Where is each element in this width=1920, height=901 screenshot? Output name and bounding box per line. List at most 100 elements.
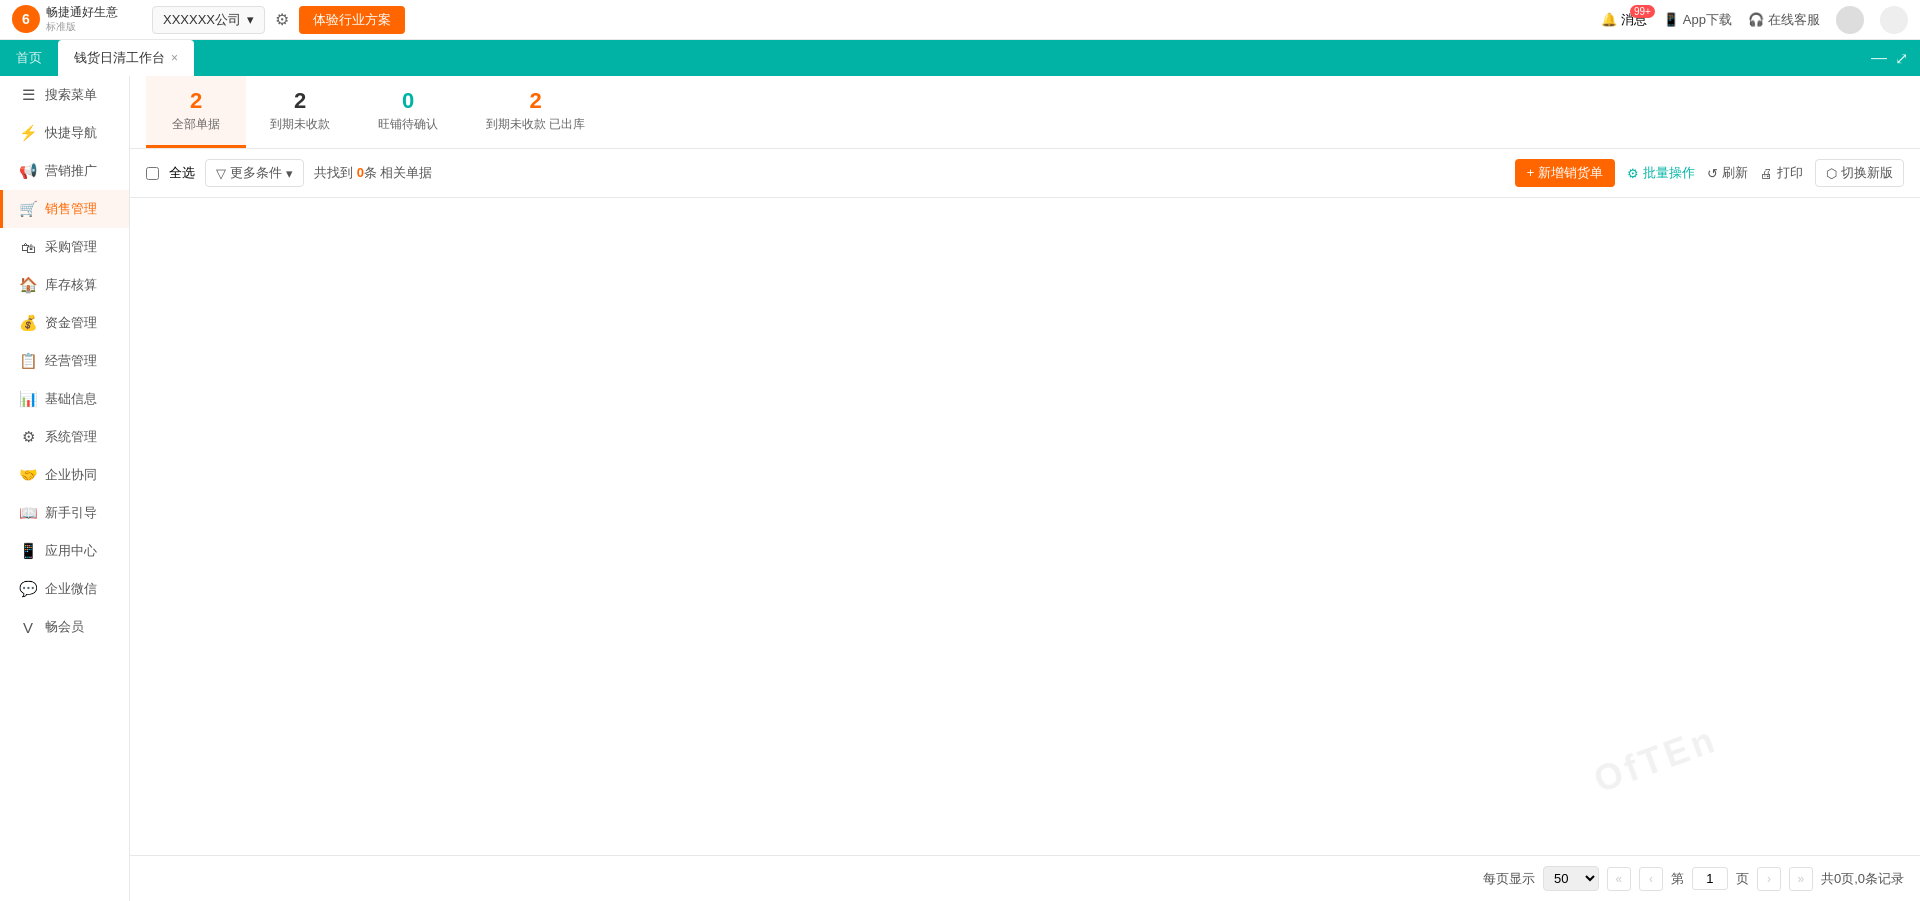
sidebar-item-search[interactable]: ☰ 搜索菜单	[0, 76, 129, 114]
sales-icon: 🛒	[19, 200, 37, 218]
tab-home[interactable]: 首页	[0, 40, 58, 76]
sidebar-item-member[interactable]: V 畅会员	[0, 608, 129, 646]
tab-maximize-icon[interactable]: ⤢	[1895, 49, 1908, 68]
quick-nav-icon: ⚡	[19, 124, 37, 142]
base-info-icon: 📊	[19, 390, 37, 408]
print-label: 打印	[1777, 164, 1803, 182]
stats-wangpu-count: 0	[378, 88, 438, 114]
toolbar: 全选 ▽ 更多条件 ▾ 共找到 0条 相关单据 + 新增销货单 ⚙ 批量操作 ↺	[130, 149, 1920, 198]
bell-icon: 🔔	[1601, 12, 1617, 27]
refresh-icon: ↺	[1707, 166, 1718, 181]
table-area	[130, 198, 1920, 855]
page-label: 第	[1671, 870, 1684, 888]
stats-tab-all[interactable]: 2 全部单据	[146, 76, 246, 148]
inventory-icon: 🏠	[19, 276, 37, 294]
online-service-button[interactable]: 🎧 在线客服	[1748, 11, 1820, 29]
app-version: 标准版	[46, 20, 118, 34]
header-right: 🔔 消息 99+ 📱 App下载 🎧 在线客服	[1601, 6, 1908, 34]
sidebar-item-inventory[interactable]: 🏠 库存核算	[0, 266, 129, 304]
select-all-checkbox[interactable]	[146, 167, 159, 180]
add-sales-order-button[interactable]: + 新增销货单	[1515, 159, 1615, 187]
sidebar-item-sales[interactable]: 🛒 销售管理	[0, 190, 129, 228]
print-button[interactable]: 🖨 打印	[1760, 164, 1803, 182]
sidebar-item-enterprise[interactable]: 🤝 企业协同	[0, 456, 129, 494]
finance-icon: 💰	[19, 314, 37, 332]
sidebar-item-marketing[interactable]: 📢 营销推广	[0, 152, 129, 190]
stats-all-label: 全部单据	[170, 116, 222, 133]
app-name: 畅捷通好生意	[46, 5, 118, 19]
tab-work-bench[interactable]: 钱货日清工作台 ×	[58, 40, 194, 76]
sidebar: ☰ 搜索菜单 ⚡ 快捷导航 📢 营销推广 🛒 销售管理 🛍 采购管理 🏠 库存核…	[0, 76, 130, 901]
pagination: 每页显示 50 100 200 « ‹ 第 页 › » 共0页,0条记录	[130, 855, 1920, 901]
sidebar-item-system[interactable]: ⚙ 系统管理	[0, 418, 129, 456]
per-page-select[interactable]: 50 100 200	[1543, 866, 1599, 891]
tab-close-icon[interactable]: ×	[171, 51, 178, 65]
page-unit: 页	[1736, 870, 1749, 888]
top-header: 6 畅捷通好生意 标准版 XXXXXX公司 ▾ ⚙ 体验行业方案 🔔 消息 99…	[0, 0, 1920, 40]
filter-dropdown-icon: ▾	[286, 166, 293, 181]
sidebar-item-weixin[interactable]: 💬 企业微信	[0, 570, 129, 608]
filter-button[interactable]: ▽ 更多条件 ▾	[205, 159, 304, 187]
search-menu-icon: ☰	[19, 86, 37, 104]
toolbar-left: 全选 ▽ 更多条件 ▾ 共找到 0条 相关单据	[146, 159, 432, 187]
total-records: 共0页,0条记录	[1821, 870, 1904, 888]
user-menu[interactable]	[1880, 6, 1908, 34]
tab-minimize-icon[interactable]: —	[1871, 49, 1887, 67]
sidebar-item-guide[interactable]: 📖 新手引导	[0, 494, 129, 532]
settings-icon[interactable]: ⚙	[275, 10, 289, 29]
avatar[interactable]	[1836, 6, 1864, 34]
sidebar-item-base-info[interactable]: 📊 基础信息	[0, 380, 129, 418]
sidebar-item-operations[interactable]: 📋 经营管理	[0, 342, 129, 380]
messages-button[interactable]: 🔔 消息 99+	[1601, 11, 1647, 29]
trial-button[interactable]: 体验行业方案	[299, 6, 405, 34]
weixin-icon: 💬	[19, 580, 37, 598]
purchase-icon: 🛍	[19, 239, 37, 256]
stats-wangpu-label: 旺铺待确认	[378, 116, 438, 133]
batch-icon: ⚙	[1627, 166, 1639, 181]
sidebar-item-quick-nav[interactable]: ⚡ 快捷导航	[0, 114, 129, 152]
toolbar-right: + 新增销货单 ⚙ 批量操作 ↺ 刷新 🖨 打印 ⬡ 切换新版	[1515, 159, 1904, 187]
main-layout: ☰ 搜索菜单 ⚡ 快捷导航 📢 营销推广 🛒 销售管理 🛍 采购管理 🏠 库存核…	[0, 76, 1920, 901]
logo-icon: 6	[12, 5, 40, 33]
stats-tabs: 2 全部单据 2 到期未收款 0 旺铺待确认 2 到期未收款 已出库	[130, 76, 1920, 149]
operations-icon: 📋	[19, 352, 37, 370]
batch-label: 批量操作	[1643, 164, 1695, 182]
print-icon: 🖨	[1760, 166, 1773, 181]
stats-overdue-label: 到期未收款	[270, 116, 330, 133]
service-icon: 🎧	[1748, 12, 1764, 27]
batch-operations-button[interactable]: ⚙ 批量操作	[1627, 164, 1695, 182]
page-number-input[interactable]	[1692, 867, 1728, 890]
app-download-button[interactable]: 📱 App下载	[1663, 11, 1732, 29]
per-page-label: 每页显示	[1483, 870, 1535, 888]
stats-all-count: 2	[170, 88, 222, 114]
company-selector[interactable]: XXXXXX公司 ▾	[152, 6, 265, 34]
stats-shipped-count: 2	[486, 88, 585, 114]
last-page-button[interactable]: »	[1789, 867, 1813, 891]
stats-tab-wangpu[interactable]: 0 旺铺待确认	[354, 76, 462, 148]
sidebar-item-finance[interactable]: 💰 资金管理	[0, 304, 129, 342]
stats-tab-overdue[interactable]: 2 到期未收款	[246, 76, 354, 148]
sidebar-item-purchase[interactable]: 🛍 采购管理	[0, 228, 129, 266]
nav-tabs: 首页 钱货日清工作台 × — ⤢	[0, 40, 1920, 76]
marketing-icon: 📢	[19, 162, 37, 180]
switch-label: 切换新版	[1841, 164, 1893, 182]
member-icon: V	[19, 619, 37, 636]
sidebar-item-appstore[interactable]: 📱 应用中心	[0, 532, 129, 570]
next-page-button[interactable]: ›	[1757, 867, 1781, 891]
switch-icon: ⬡	[1826, 166, 1837, 181]
stats-tab-shipped[interactable]: 2 到期未收款 已出库	[462, 76, 609, 148]
result-count: 0	[357, 165, 364, 180]
switch-version-button[interactable]: ⬡ 切换新版	[1815, 159, 1904, 187]
first-page-button[interactable]: «	[1607, 867, 1631, 891]
messages-badge: 99+	[1630, 5, 1655, 18]
system-icon: ⚙	[19, 428, 37, 446]
refresh-label: 刷新	[1722, 164, 1748, 182]
prev-page-button[interactable]: ‹	[1639, 867, 1663, 891]
filter-label: 更多条件	[230, 164, 282, 182]
result-text: 共找到 0条 相关单据	[314, 164, 432, 182]
refresh-button[interactable]: ↺ 刷新	[1707, 164, 1748, 182]
appstore-icon: 📱	[19, 542, 37, 560]
filter-icon: ▽	[216, 166, 226, 181]
select-all-label: 全选	[169, 164, 195, 182]
stats-overdue-count: 2	[270, 88, 330, 114]
